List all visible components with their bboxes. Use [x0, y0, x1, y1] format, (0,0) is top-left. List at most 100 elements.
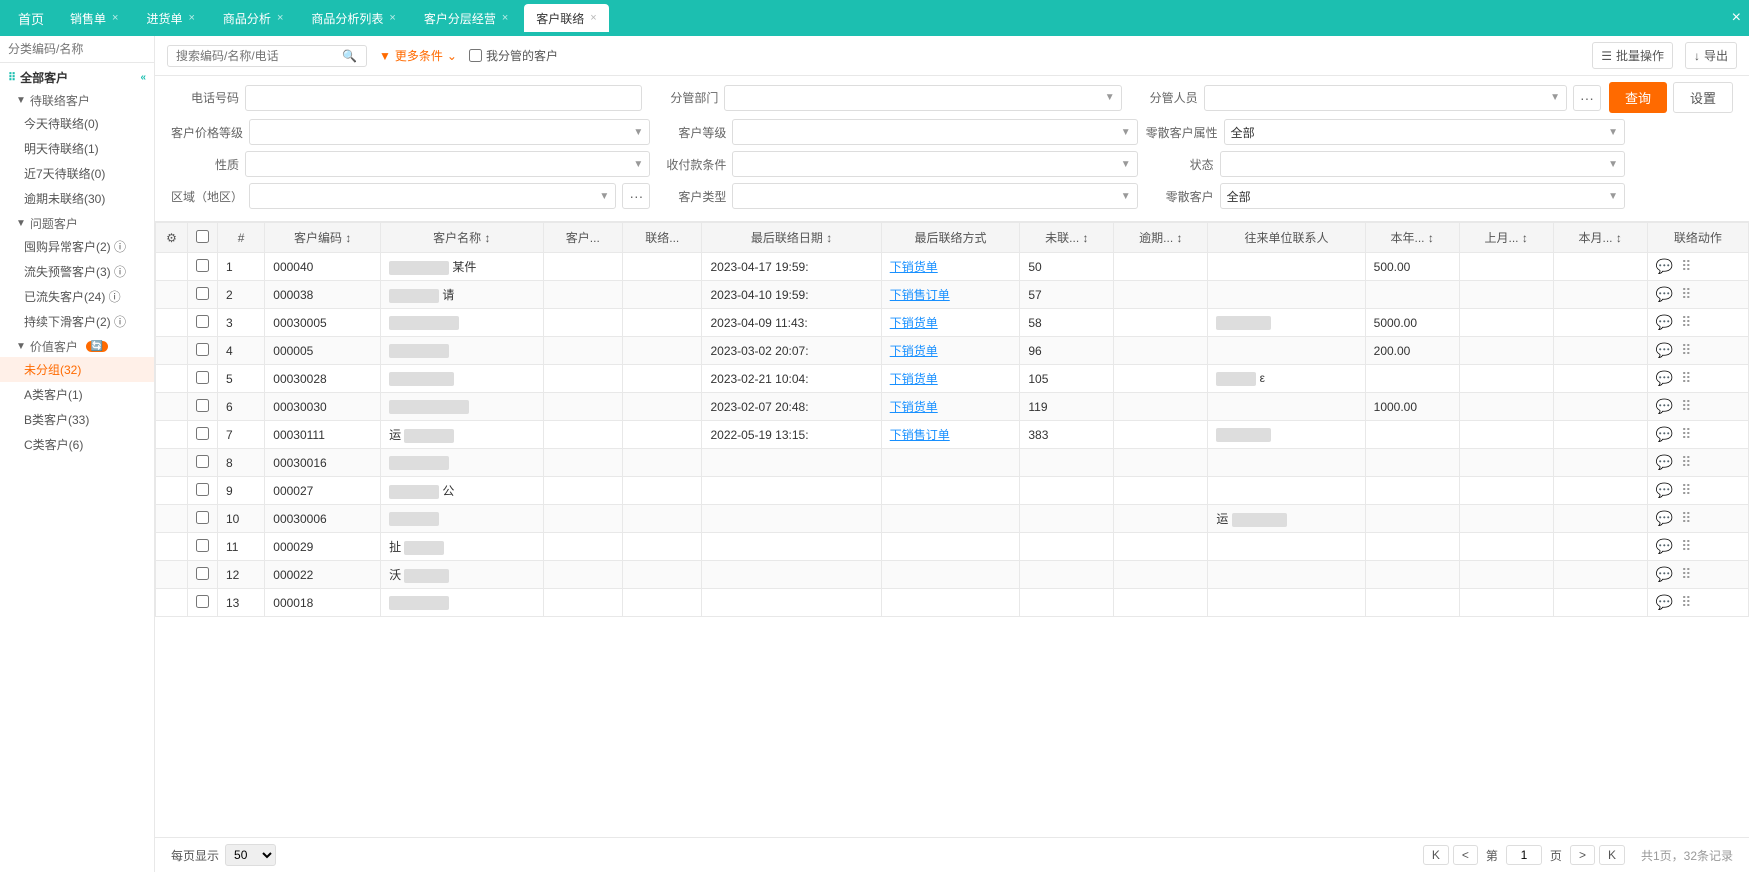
row-checkbox-13[interactable] [196, 595, 209, 608]
row-checkbox-5[interactable] [196, 371, 209, 384]
sidebar-item-class-c[interactable]: C类客户(6) [0, 432, 154, 457]
person-select[interactable]: ▼ [1204, 85, 1567, 111]
action-comment-2[interactable]: 💬 [1656, 286, 1673, 303]
dept-select[interactable]: ▼ [724, 85, 1121, 111]
link-6[interactable]: 下销货单 [890, 400, 938, 414]
reset-btn[interactable]: 设置 [1673, 82, 1733, 113]
tab-product-analysis-list[interactable]: 商品分析列表 × [299, 4, 407, 32]
row-checkbox-10[interactable] [196, 511, 209, 524]
export-btn[interactable]: ↓ 导出 [1685, 42, 1737, 69]
close-all-btn[interactable]: × [1732, 9, 1741, 27]
th-name[interactable]: 客户名称 ↕ [381, 223, 544, 253]
retail-customer-select[interactable]: 全部 ▼ [1220, 183, 1625, 209]
th-this-month[interactable]: 本月... ↕ [1553, 223, 1647, 253]
action-comment-8[interactable]: 💬 [1656, 454, 1673, 471]
last-page-btn[interactable]: K [1599, 845, 1625, 865]
action-comment-4[interactable]: 💬 [1656, 342, 1673, 359]
th-overdue[interactable]: 逾期... ↕ [1114, 223, 1208, 253]
row-checkbox-4[interactable] [196, 343, 209, 356]
link-2[interactable]: 下销售订单 [890, 288, 950, 302]
nature-select[interactable]: ▼ [245, 151, 650, 177]
search-icon[interactable]: 🔍 [342, 49, 357, 63]
sidebar-item-ungrouped[interactable]: 未分组(32) [0, 357, 154, 382]
prev-page-btn[interactable]: < [1453, 845, 1478, 865]
close-tab-sales-order[interactable]: × [112, 12, 118, 24]
next-page-btn[interactable]: > [1570, 845, 1595, 865]
row-checkbox-3[interactable] [196, 315, 209, 328]
tab-customer-segment[interactable]: 客户分层经营 × [412, 4, 520, 32]
my-customers-checkbox[interactable] [469, 49, 482, 62]
action-grid-13[interactable]: ⠿ [1681, 594, 1691, 611]
action-comment-9[interactable]: 💬 [1656, 482, 1673, 499]
action-comment-5[interactable]: 💬 [1656, 370, 1673, 387]
action-grid-10[interactable]: ⠿ [1681, 510, 1691, 527]
row-checkbox-7[interactable] [196, 427, 209, 440]
row-checkbox-9[interactable] [196, 483, 209, 496]
nav-home[interactable]: 首页 [8, 9, 54, 28]
row-checkbox-11[interactable] [196, 539, 209, 552]
sidebar-item-class-b[interactable]: B类客户(33) [0, 407, 154, 432]
sidebar-item-declining[interactable]: 持续下滑客户(2) ⓘ [0, 309, 154, 334]
action-grid-11[interactable]: ⠿ [1681, 538, 1691, 555]
th-code[interactable]: 客户编码 ↕ [265, 223, 381, 253]
action-comment-1[interactable]: 💬 [1656, 258, 1673, 275]
per-page-select[interactable]: 50 100 [225, 844, 276, 866]
th-this-year[interactable]: 本年... ↕ [1365, 223, 1459, 253]
action-grid-12[interactable]: ⠿ [1681, 566, 1691, 583]
action-grid-8[interactable]: ⠿ [1681, 454, 1691, 471]
close-tab-product-analysis-list[interactable]: × [389, 12, 395, 24]
row-checkbox-6[interactable] [196, 399, 209, 412]
row-checkbox-1[interactable] [196, 259, 209, 272]
action-comment-10[interactable]: 💬 [1656, 510, 1673, 527]
sidebar-item-today-contact[interactable]: 今天待联络(0) [0, 111, 154, 136]
action-comment-11[interactable]: 💬 [1656, 538, 1673, 555]
batch-operation-btn[interactable]: ☰ 批量操作 [1592, 42, 1673, 69]
customer-type-select[interactable]: ▼ [732, 183, 1137, 209]
group-value-customers[interactable]: ▼ 价值客户 🔄 [0, 334, 154, 357]
page-input[interactable] [1506, 845, 1542, 865]
action-comment-6[interactable]: 💬 [1656, 398, 1673, 415]
more-conditions-btn[interactable]: ▼ 更多条件 ⌄ [379, 47, 457, 64]
link-3[interactable]: 下销货单 [890, 316, 938, 330]
link-4[interactable]: 下销货单 [890, 344, 938, 358]
sidebar-item-class-a[interactable]: A类客户(1) [0, 382, 154, 407]
link-5[interactable]: 下销货单 [890, 372, 938, 386]
action-grid-3[interactable]: ⠿ [1681, 314, 1691, 331]
link-7[interactable]: 下销售订单 [890, 428, 950, 442]
action-comment-13[interactable]: 💬 [1656, 594, 1673, 611]
action-grid-5[interactable]: ⠿ [1681, 370, 1691, 387]
close-tab-customer-contact[interactable]: × [590, 12, 596, 24]
row-checkbox-12[interactable] [196, 567, 209, 580]
phone-input[interactable] [245, 85, 642, 111]
link-1[interactable]: 下销货单 [890, 260, 938, 274]
first-page-btn[interactable]: K [1423, 845, 1449, 865]
status-select[interactable]: ▼ [1220, 151, 1625, 177]
sidebar-search-input[interactable] [8, 42, 155, 56]
retail-attr-select[interactable]: 全部 ▼ [1224, 119, 1625, 145]
group-problem-customers[interactable]: ▼ 问题客户 [0, 211, 154, 234]
tab-customer-contact[interactable]: 客户联络 × [524, 4, 608, 32]
sidebar-item-abnormal[interactable]: 囤购异常客户(2) ⓘ [0, 234, 154, 259]
sidebar-item-churned[interactable]: 已流失客户(24) ⓘ [0, 284, 154, 309]
th-not-contact[interactable]: 未联... ↕ [1020, 223, 1114, 253]
th-settings[interactable]: ⚙ [156, 223, 188, 253]
action-grid-2[interactable]: ⠿ [1681, 286, 1691, 303]
th-last-contact-date[interactable]: 最后联络日期 ↕ [702, 223, 881, 253]
select-all-checkbox[interactable] [196, 230, 209, 243]
action-comment-3[interactable]: 💬 [1656, 314, 1673, 331]
sidebar-item-7days-contact[interactable]: 近7天待联络(0) [0, 161, 154, 186]
search-input[interactable] [176, 49, 336, 63]
sidebar-item-overdue-contact[interactable]: 逾期未联络(30) [0, 186, 154, 211]
group-pending-contact[interactable]: ▼ 待联络客户 [0, 88, 154, 111]
tab-purchase-order[interactable]: 进货单 × [134, 4, 206, 32]
sidebar-item-churn-warning[interactable]: 流失预警客户(3) ⓘ [0, 259, 154, 284]
close-tab-purchase-order[interactable]: × [188, 12, 194, 24]
payment-terms-select[interactable]: ▼ [732, 151, 1137, 177]
close-tab-product-analysis[interactable]: × [277, 12, 283, 24]
action-grid-6[interactable]: ⠿ [1681, 398, 1691, 415]
query-btn[interactable]: 查询 [1609, 82, 1667, 113]
action-comment-12[interactable]: 💬 [1656, 566, 1673, 583]
row-checkbox-2[interactable] [196, 287, 209, 300]
customer-level-select[interactable]: ▼ [732, 119, 1137, 145]
person-dots-btn[interactable]: ··· [1573, 85, 1601, 111]
